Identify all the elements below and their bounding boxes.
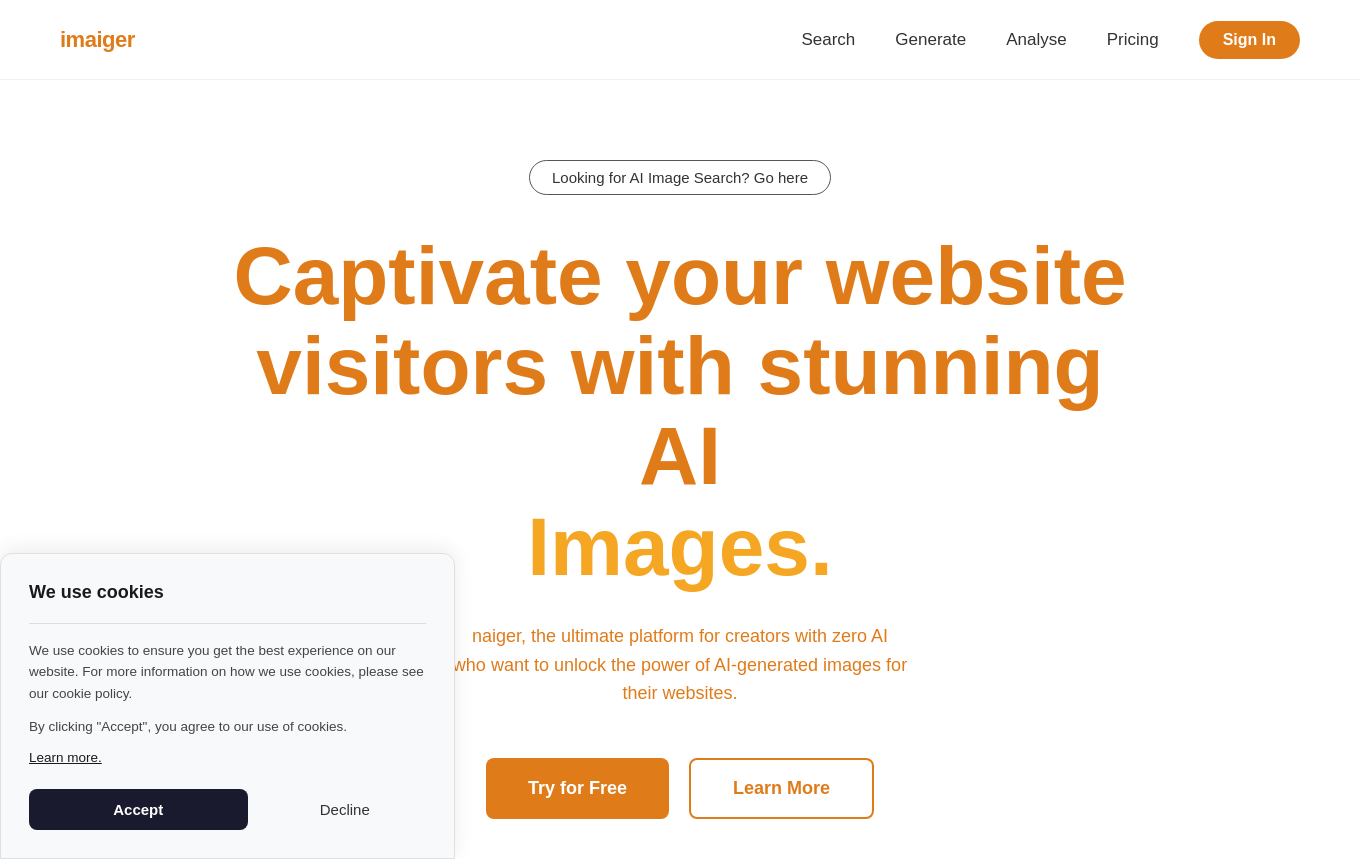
- hero-title-line3: Images.: [527, 501, 832, 592]
- cookie-accept-button[interactable]: Accept: [29, 789, 248, 830]
- learn-more-button[interactable]: Learn More: [689, 758, 874, 819]
- hero-subtitle-suffix: their websites.: [622, 683, 737, 703]
- hero-subtitle-prefix: naiger, the ultimate platform for creato…: [472, 626, 888, 646]
- hero-title: Captivate your website visitors with stu…: [230, 231, 1130, 592]
- cookie-divider: [29, 623, 426, 624]
- cookie-decline-button[interactable]: Decline: [264, 789, 427, 830]
- nav-links: Search Generate Analyse Pricing Sign In: [801, 21, 1300, 59]
- brand-logo[interactable]: imaiger: [60, 27, 135, 53]
- nav-link-pricing[interactable]: Pricing: [1107, 30, 1159, 50]
- hero-subtitle-middle: who want to unlock the power of AI-gener…: [453, 655, 907, 675]
- cookie-buttons: Accept Decline: [29, 789, 426, 830]
- cookie-learn-more-link[interactable]: Learn more.: [29, 750, 426, 765]
- hero-buttons: Try for Free Learn More: [486, 758, 874, 819]
- cookie-title: We use cookies: [29, 582, 426, 603]
- try-free-button[interactable]: Try for Free: [486, 758, 669, 819]
- hero-title-line2: visitors with stunning AI: [256, 320, 1103, 501]
- nav-link-generate[interactable]: Generate: [895, 30, 966, 50]
- hero-badge[interactable]: Looking for AI Image Search? Go here: [529, 160, 831, 195]
- cookie-banner: We use cookies We use cookies to ensure …: [0, 553, 455, 859]
- signin-button[interactable]: Sign In: [1199, 21, 1300, 59]
- nav-link-search[interactable]: Search: [801, 30, 855, 50]
- cookie-body: We use cookies to ensure you get the bes…: [29, 640, 426, 705]
- nav-link-analyse[interactable]: Analyse: [1006, 30, 1066, 50]
- hero-title-line1: Captivate your website: [233, 230, 1126, 321]
- hero-subtitle: naiger, the ultimate platform for creato…: [453, 622, 907, 708]
- cookie-consent-text: By clicking "Accept", you agree to our u…: [29, 716, 426, 738]
- navbar: imaiger Search Generate Analyse Pricing …: [0, 0, 1360, 80]
